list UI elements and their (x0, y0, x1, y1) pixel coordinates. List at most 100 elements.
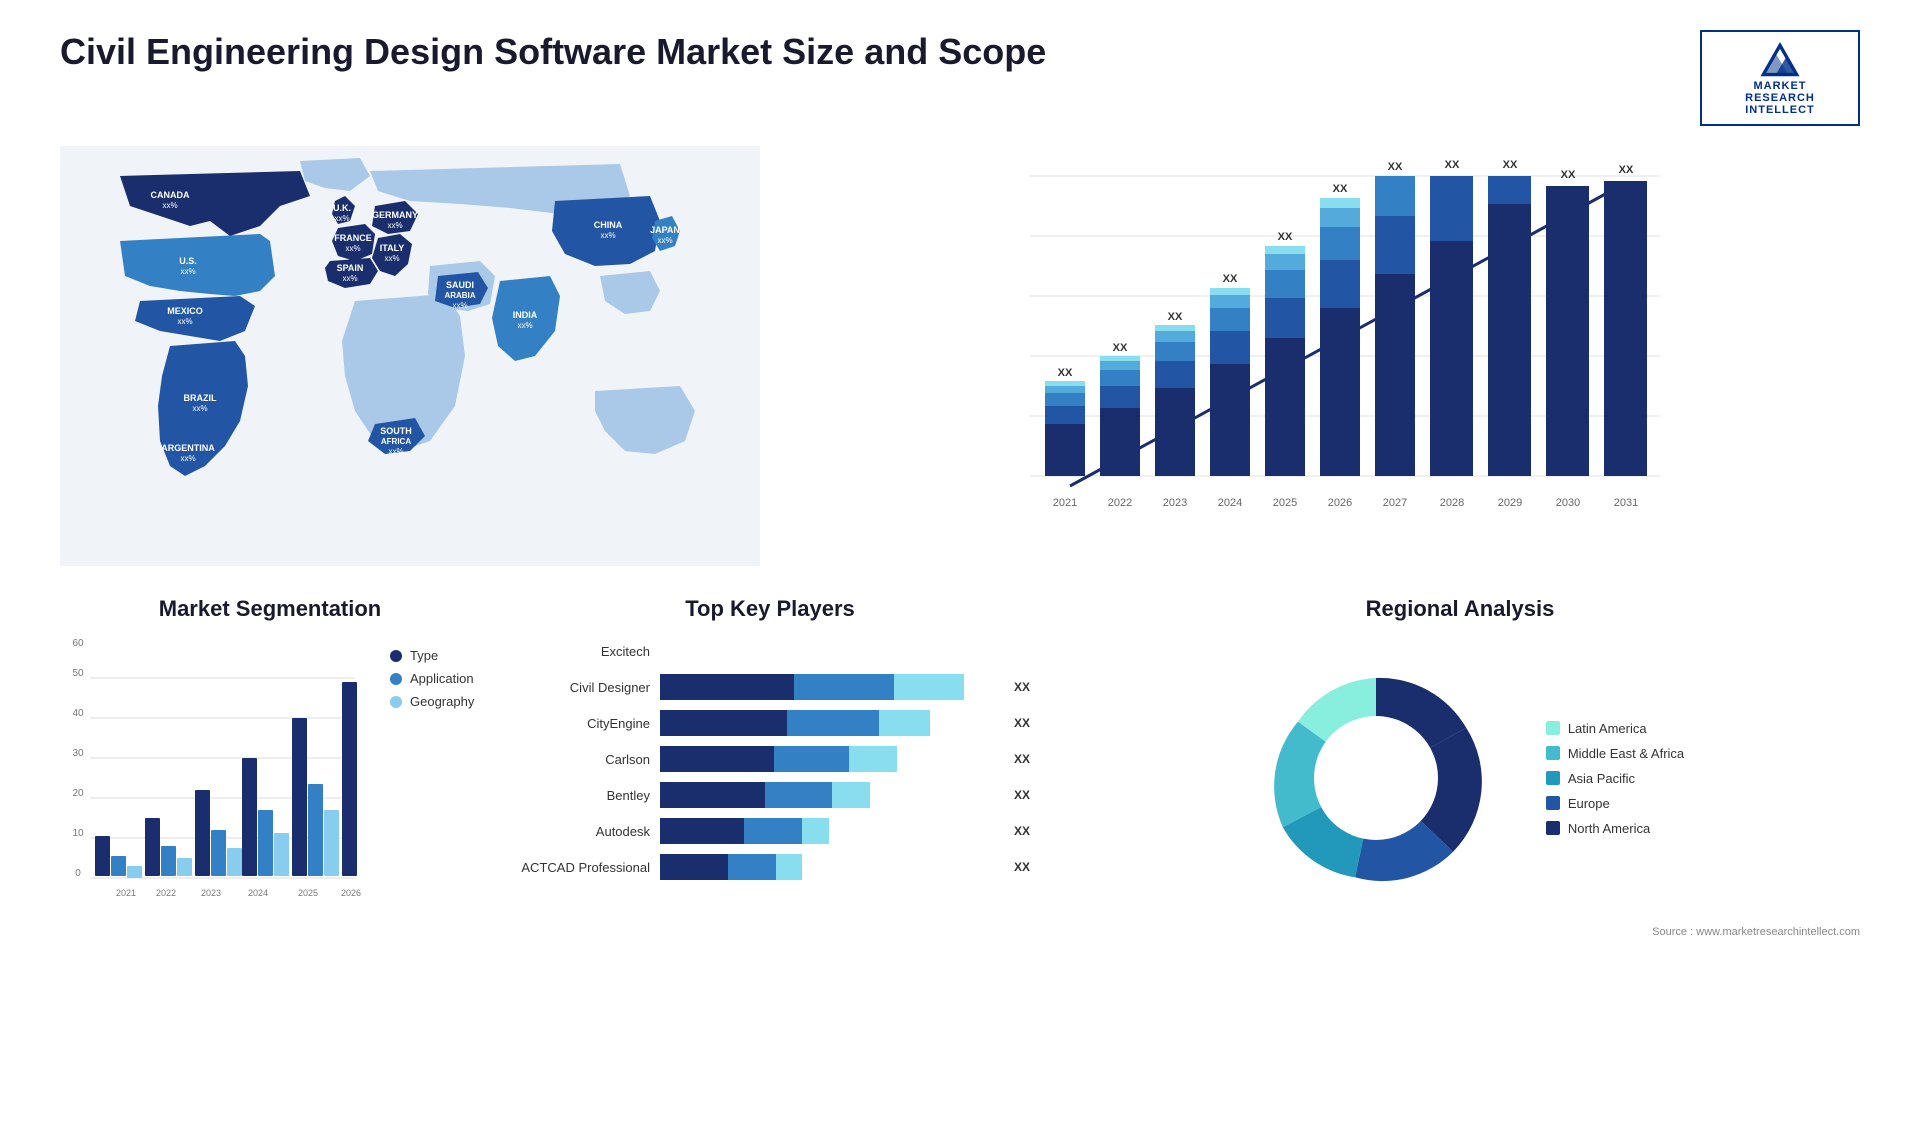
logo-line1: MARKET (1753, 80, 1806, 92)
player-row-excitech: Excitech (510, 638, 1030, 664)
svg-text:2022: 2022 (156, 888, 176, 898)
map-svg: CANADA xx% U.S. xx% MEXICO xx% BRAZIL xx… (60, 146, 760, 566)
svg-text:U.K.: U.K. (333, 203, 351, 213)
svg-text:ARABIA: ARABIA (444, 291, 475, 300)
page: Civil Engineering Design Software Market… (0, 0, 1920, 1146)
svg-text:xx%: xx% (180, 267, 195, 276)
bar-chart-section: XX 2021 XX 2022 XX (800, 146, 1860, 566)
svg-text:SPAIN: SPAIN (337, 263, 364, 273)
bar-chart-wrapper: XX 2021 XX 2022 XX (800, 146, 1860, 566)
source-line: Source : www.marketresearchintellect.com (1060, 926, 1860, 938)
player-row-bentley: Bentley XX (510, 782, 1030, 808)
svg-text:XX: XX (1113, 342, 1128, 354)
legend-dot-geography (390, 696, 402, 708)
regional-title: Regional Analysis (1060, 596, 1860, 622)
legend-label-namerica: North America (1568, 821, 1650, 836)
svg-text:SOUTH: SOUTH (380, 426, 412, 436)
svg-text:CANADA: CANADA (151, 190, 190, 200)
player-row-actcad: ACTCAD Professional XX (510, 854, 1030, 880)
top-row: CANADA xx% U.S. xx% MEXICO xx% BRAZIL xx… (60, 146, 1860, 566)
seg-legend: Type Application Geography (390, 648, 474, 709)
player-bar-civil (660, 674, 998, 700)
map-section: CANADA xx% U.S. xx% MEXICO xx% BRAZIL xx… (60, 146, 760, 566)
svg-text:xx%: xx% (657, 236, 672, 245)
svg-text:xx%: xx% (180, 454, 195, 463)
svg-text:2026: 2026 (1328, 497, 1352, 509)
logo-line3: INTELLECT (1745, 104, 1815, 116)
player-bar-autodesk (660, 818, 998, 844)
legend-label-apac: Asia Pacific (1568, 771, 1635, 786)
svg-text:xx%: xx% (334, 214, 349, 223)
player-row-civil: Civil Designer XX (510, 674, 1030, 700)
svg-text:FRANCE: FRANCE (334, 233, 372, 243)
svg-text:xx%: xx% (177, 317, 192, 326)
seg-chart-svg: 0 10 20 30 40 50 60 (60, 638, 370, 918)
seg-chart-container: 0 10 20 30 40 50 60 (60, 638, 370, 918)
svg-text:AFRICA: AFRICA (381, 437, 411, 446)
svg-text:40: 40 (72, 708, 84, 719)
player-xx-carlson: XX (1014, 746, 1030, 772)
players-title: Top Key Players (510, 596, 1030, 622)
svg-text:2022: 2022 (1108, 497, 1132, 509)
page-title: Civil Engineering Design Software Market… (60, 30, 1046, 73)
svg-text:XX: XX (1058, 367, 1073, 379)
players-section: Top Key Players Excitech Civil Designer (510, 596, 1030, 938)
donut-svg (1236, 638, 1516, 918)
legend-color-europe (1546, 796, 1560, 810)
player-xx-bentley: XX (1014, 782, 1030, 808)
legend-label-europe: Europe (1568, 796, 1610, 811)
svg-text:2026: 2026 (341, 888, 361, 898)
legend-color-mea (1546, 746, 1560, 760)
svg-text:2023: 2023 (1163, 497, 1187, 509)
svg-text:2021: 2021 (1053, 497, 1077, 509)
svg-text:XX: XX (1619, 164, 1634, 176)
svg-text:2021: 2021 (116, 888, 136, 898)
svg-text:ARGENTINA: ARGENTINA (161, 443, 215, 453)
svg-text:XX: XX (1333, 183, 1348, 195)
svg-text:XX: XX (1445, 159, 1460, 171)
player-name-civil: Civil Designer (510, 680, 650, 695)
svg-text:XX: XX (1561, 169, 1576, 181)
legend-color-apac (1546, 771, 1560, 785)
players-list: Excitech Civil Designer XX (510, 638, 1030, 880)
player-row-carlson: Carlson XX (510, 746, 1030, 772)
svg-text:ITALY: ITALY (380, 243, 405, 253)
svg-text:0: 0 (75, 868, 81, 879)
header: Civil Engineering Design Software Market… (60, 30, 1860, 126)
player-name-autodesk: Autodesk (510, 824, 650, 839)
svg-text:xx%: xx% (342, 274, 357, 283)
player-bar-carlson (660, 746, 998, 772)
legend-dot-application (390, 673, 402, 685)
legend-label-mea: Middle East & Africa (1568, 746, 1684, 761)
svg-text:MEXICO: MEXICO (167, 306, 203, 316)
player-bar-city (660, 710, 998, 736)
svg-text:INDIA: INDIA (513, 310, 538, 320)
player-xx-actcad: XX (1014, 854, 1030, 880)
svg-text:SAUDI: SAUDI (446, 280, 474, 290)
player-xx-civil: XX (1014, 674, 1030, 700)
player-row-autodesk: Autodesk XX (510, 818, 1030, 844)
svg-text:20: 20 (72, 788, 84, 799)
svg-text:U.S.: U.S. (179, 256, 197, 266)
legend-color-namerica (1546, 821, 1560, 835)
donut-wrapper: Latin America Middle East & Africa Asia … (1060, 638, 1860, 918)
svg-text:XX: XX (1168, 311, 1183, 323)
legend-item-geography: Geography (390, 694, 474, 709)
legend-item-apac: Asia Pacific (1546, 771, 1684, 786)
svg-text:2031: 2031 (1614, 497, 1638, 509)
legend-item-europe: Europe (1546, 796, 1684, 811)
player-row-city: CityEngine XX (510, 710, 1030, 736)
player-bar-bentley (660, 782, 998, 808)
legend-item-application: Application (390, 671, 474, 686)
svg-text:XX: XX (1388, 161, 1403, 173)
svg-text:2024: 2024 (248, 888, 268, 898)
bar-chart-svg: XX 2021 XX 2022 XX (800, 146, 1860, 566)
svg-text:xx%: xx% (192, 404, 207, 413)
player-name-carlson: Carlson (510, 752, 650, 767)
svg-text:2028: 2028 (1440, 497, 1464, 509)
logo: MARKET RESEARCH INTELLECT (1700, 30, 1860, 126)
svg-text:xx%: xx% (388, 447, 403, 456)
svg-text:2029: 2029 (1498, 497, 1522, 509)
svg-text:JAPAN: JAPAN (650, 225, 680, 235)
legend-item-type: Type (390, 648, 474, 663)
